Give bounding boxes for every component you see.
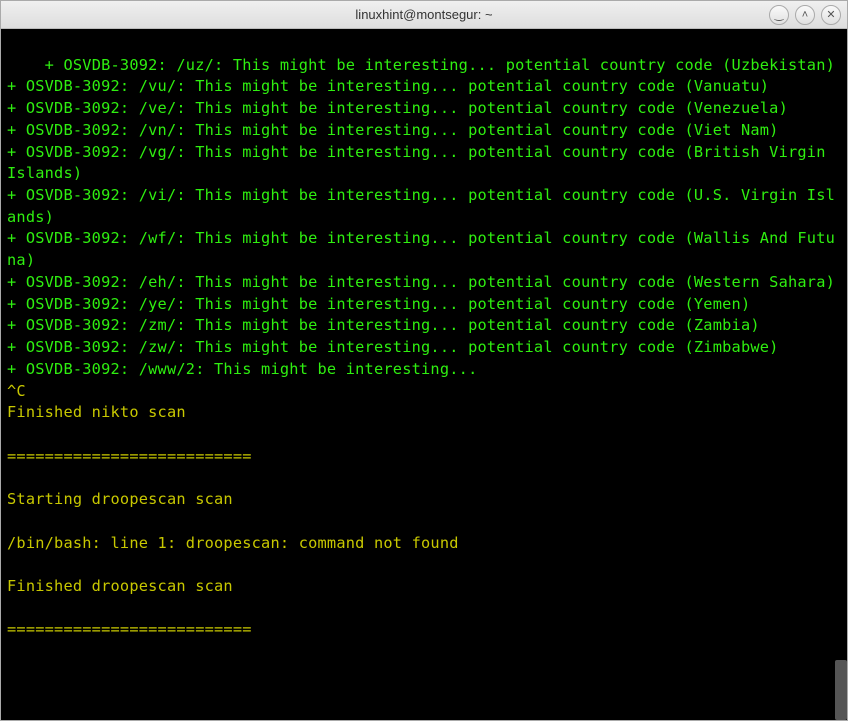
- terminal-line: + OSVDB-3092: /vi/: This might be intere…: [7, 186, 835, 226]
- window-title: linuxhint@montsegur: ~: [355, 7, 492, 22]
- scroll-thumb[interactable]: [835, 660, 847, 720]
- terminal-line: + OSVDB-3092: /uz/: This might be intere…: [45, 56, 835, 74]
- terminal-output[interactable]: + OSVDB-3092: /uz/: This might be intere…: [1, 29, 847, 720]
- terminal-line: + OSVDB-3092: /vn/: This might be intere…: [7, 121, 779, 139]
- maximize-button[interactable]: ˄: [795, 5, 815, 25]
- terminal-line: ==========================: [7, 447, 252, 465]
- minimize-button[interactable]: ‿: [769, 5, 789, 25]
- scrollbar[interactable]: [835, 29, 847, 720]
- maximize-icon: ˄: [802, 10, 808, 21]
- terminal-line: + OSVDB-3092: /zm/: This might be intere…: [7, 316, 760, 334]
- terminal-line: Starting droopescan scan: [7, 490, 233, 508]
- terminal-line: /bin/bash: line 1: droopescan: command n…: [7, 534, 459, 552]
- terminal-line: ==========================: [7, 620, 252, 638]
- close-icon: ✕: [826, 10, 835, 21]
- terminal-line: + OSVDB-3092: /vu/: This might be intere…: [7, 77, 769, 95]
- terminal-line: + OSVDB-3092: /vg/: This might be intere…: [7, 143, 835, 183]
- close-button[interactable]: ✕: [821, 5, 841, 25]
- terminal-line: + OSVDB-3092: /ye/: This might be intere…: [7, 295, 750, 313]
- terminal-line: + OSVDB-3092: /wf/: This might be intere…: [7, 229, 835, 269]
- terminal-line: ^C: [7, 382, 26, 400]
- terminal-line: Finished droopescan scan: [7, 577, 233, 595]
- window-controls: ‿ ˄ ✕: [769, 5, 841, 25]
- terminal-line: + OSVDB-3092: /eh/: This might be intere…: [7, 273, 835, 291]
- minimize-icon: ‿: [775, 10, 784, 21]
- terminal-window: linuxhint@montsegur: ~ ‿ ˄ ✕ + OSVDB-309…: [0, 0, 848, 721]
- terminal-line: + OSVDB-3092: /zw/: This might be intere…: [7, 338, 779, 356]
- terminal-line: + OSVDB-3092: /ve/: This might be intere…: [7, 99, 788, 117]
- terminal-line: Finished nikto scan: [7, 403, 186, 421]
- titlebar[interactable]: linuxhint@montsegur: ~ ‿ ˄ ✕: [1, 1, 847, 29]
- terminal-line: + OSVDB-3092: /www/2: This might be inte…: [7, 360, 477, 378]
